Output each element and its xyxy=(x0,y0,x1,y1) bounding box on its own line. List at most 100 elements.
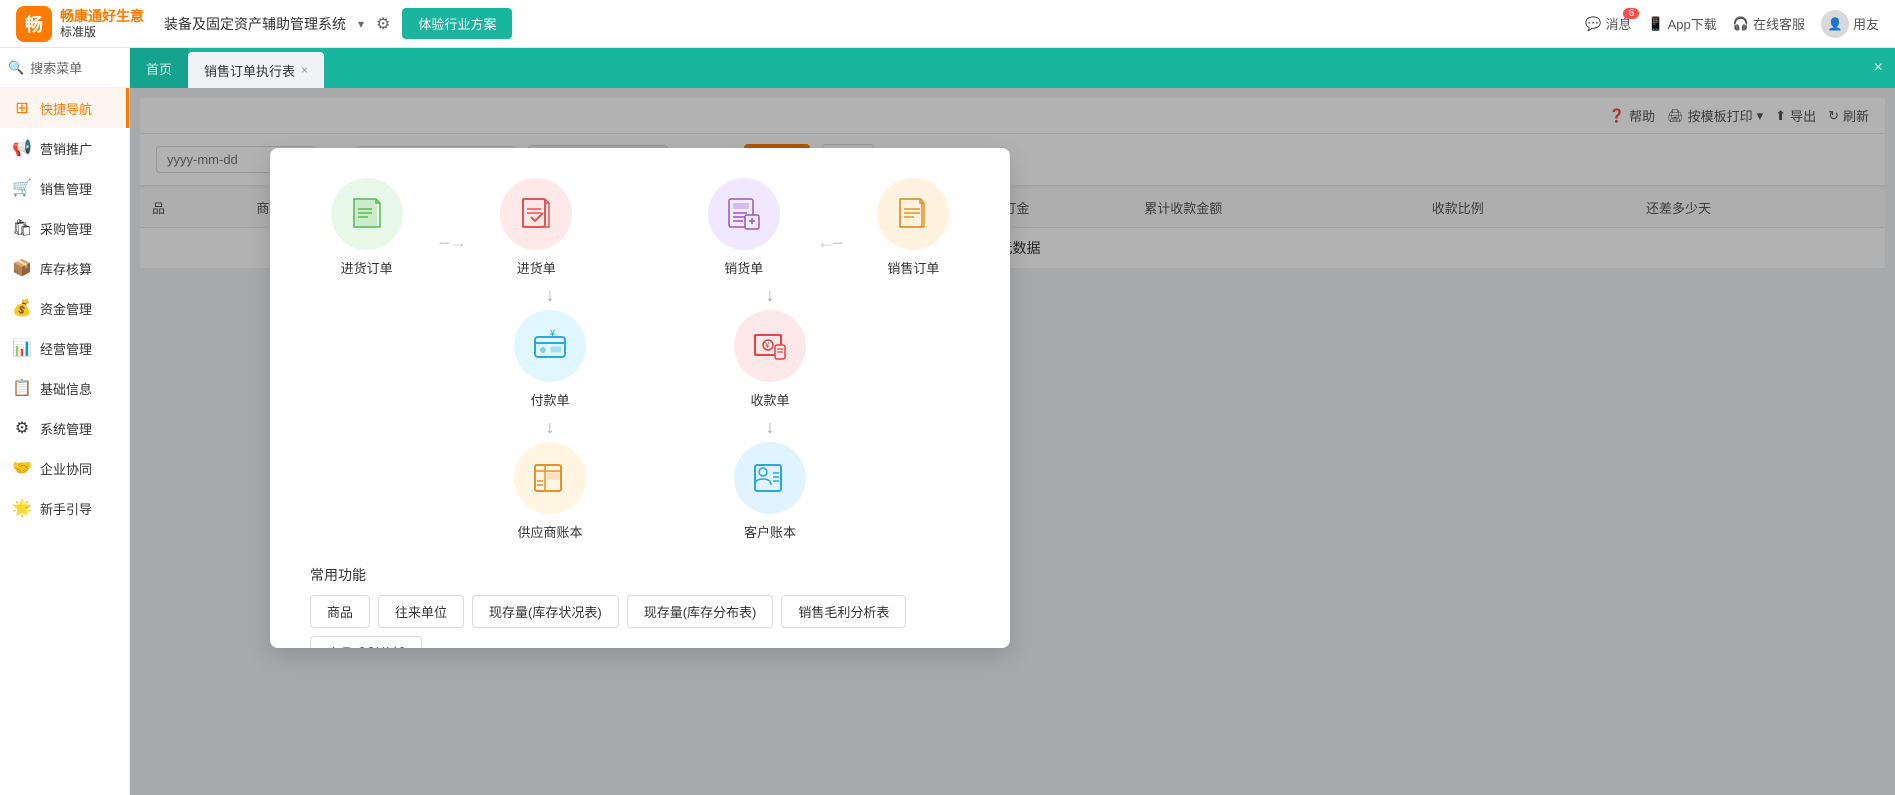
logo-main-text: 畅康通好生意 xyxy=(60,7,144,25)
top-bar-right: 💬 消息 6 📱 App下载 🎧 在线客服 👤 用友 xyxy=(1585,10,1879,38)
customer-account-label: 客户账本 xyxy=(744,522,796,541)
common-functions: 常用功能 商品 往来单位 现存量(库存状况表) 现存量(库存分布表) 销售毛利分… xyxy=(310,565,970,648)
inventory-icon: 📦 xyxy=(12,258,32,278)
close-all-tabs[interactable]: × xyxy=(1874,59,1883,77)
svg-text:¥: ¥ xyxy=(549,328,556,338)
sidebar-item-sales[interactable]: 🛒 销售管理 xyxy=(0,168,129,208)
base-icon: 📋 xyxy=(12,378,32,398)
experience-button[interactable]: 体验行业方案 xyxy=(402,8,512,39)
sidebar-item-quick-nav[interactable]: ⊞ 快捷导航 xyxy=(0,88,129,128)
sales-icon: 🛒 xyxy=(12,178,32,198)
mobile-icon: 📱 xyxy=(1647,16,1663,32)
purchase-order-node[interactable]: 进货订单 xyxy=(310,178,423,277)
receipt-bill-label: 收款单 xyxy=(750,390,789,409)
guide-icon: 🌟 xyxy=(12,498,32,518)
payment-bill-circle: ¥ xyxy=(514,310,586,382)
logo-area: 畅 畅康通好生意 标准版 xyxy=(16,6,144,42)
service-label: 在线客服 xyxy=(1753,14,1805,33)
arrow-po-to-pb: - - → xyxy=(423,232,480,277)
sale-bill-label: 销货单 xyxy=(724,258,763,277)
func-partners[interactable]: 往来单位 xyxy=(378,595,464,628)
sidebar-item-guide[interactable]: 🌟 新手引导 xyxy=(0,488,129,528)
logo-sub-text: 标准版 xyxy=(60,25,144,41)
spacer-da2-3 xyxy=(610,417,710,438)
down-arrow-pb: ↓ xyxy=(490,285,610,306)
spacer-r3-1 xyxy=(310,442,430,541)
func-stock-status[interactable]: 现存量(库存状况表) xyxy=(472,595,619,628)
down-arrow-sb: ↓ xyxy=(710,285,830,306)
operations-icon: 📊 xyxy=(12,338,32,358)
purchase-bill-node[interactable]: 进货单 xyxy=(480,178,593,277)
sidebar-item-base[interactable]: 📋 基础信息 xyxy=(0,368,129,408)
sidebar-item-label: 新手引导 xyxy=(40,499,92,518)
supplier-account-node[interactable]: 供应商账本 xyxy=(490,442,610,541)
search-label: 搜索菜单 xyxy=(30,58,82,77)
sidebar-item-label: 企业协同 xyxy=(40,459,92,478)
sidebar-search[interactable]: 🔍 搜索菜单 xyxy=(0,48,129,88)
payment-bill-node[interactable]: ¥ 付款单 xyxy=(490,310,610,409)
app-root: 畅 畅康通好生意 标准版 装备及固定资产辅助管理系统 ▾ ⚙ 体验行业方案 💬 … xyxy=(0,0,1895,795)
payment-bill-label: 付款单 xyxy=(530,390,569,409)
receipt-bill-node[interactable]: ¥ 收款单 xyxy=(710,310,830,409)
sidebar-item-label: 营销推广 xyxy=(40,139,92,158)
purchase-order-label: 进货订单 xyxy=(341,258,393,277)
common-func-title: 常用功能 xyxy=(310,565,970,585)
sidebar-item-label: 资金管理 xyxy=(40,299,92,318)
search-icon: 🔍 xyxy=(8,60,24,76)
sale-order-icon xyxy=(894,195,932,233)
app-download-label: App下载 xyxy=(1668,14,1717,33)
app-download-action[interactable]: 📱 App下载 xyxy=(1647,14,1716,33)
spacer-r2-2 xyxy=(430,310,490,409)
sale-bill-icon xyxy=(725,195,763,233)
sidebar-item-system[interactable]: ⚙ 系统管理 xyxy=(0,408,129,448)
logo-text: 畅康通好生意 标准版 xyxy=(60,7,144,41)
func-stock-dist[interactable]: 现存量(库存分布表) xyxy=(627,595,774,628)
system-dropdown-btn[interactable]: ▾ xyxy=(358,17,364,31)
message-badge: 6 xyxy=(1623,8,1639,19)
logo-icon: 畅 xyxy=(16,6,52,42)
func-sale-profit[interactable]: 销售毛利分析表 xyxy=(781,595,906,628)
tab-home-label: 首页 xyxy=(146,59,172,78)
marketing-icon: 📢 xyxy=(12,138,32,158)
sidebar-item-finance[interactable]: 💰 资金管理 xyxy=(0,288,129,328)
dashed-arrow-icon: - - → xyxy=(439,232,464,253)
online-service-action[interactable]: 🎧 在线客服 xyxy=(1733,14,1805,33)
sidebar-item-enterprise[interactable]: 🤝 企业协同 xyxy=(0,448,129,488)
sale-bill-node[interactable]: 销货单 xyxy=(687,178,800,277)
sidebar: 🔍 搜索菜单 ⊞ 快捷导航 📢 营销推广 🛒 销售管理 🛍 采购管理 📦 xyxy=(0,48,130,795)
tab-home[interactable]: 首页 xyxy=(130,48,188,88)
purchase-icon: 🛍 xyxy=(12,218,32,238)
customer-account-circle xyxy=(734,442,806,514)
supplier-account-label: 供应商账本 xyxy=(517,522,582,541)
message-action[interactable]: 💬 消息 6 xyxy=(1585,14,1631,33)
user-name: 用友 xyxy=(1853,14,1879,33)
spacer-r3-2 xyxy=(430,442,490,541)
spacer-da2-2 xyxy=(430,417,490,438)
sidebar-item-label: 销售管理 xyxy=(40,179,92,198)
flow-row-1: 进货订单 - - → xyxy=(310,178,970,277)
spacer-r2-3 xyxy=(610,310,710,409)
supplier-account-icon xyxy=(531,459,569,497)
avatar: 👤 xyxy=(1821,10,1849,38)
func-goods[interactable]: 商品 xyxy=(310,595,370,628)
flow-row-2: ¥ 付款单 xyxy=(310,310,970,409)
user-action[interactable]: 👤 用友 xyxy=(1821,10,1879,38)
tab-close-icon[interactable]: × xyxy=(301,63,308,77)
arrow-so-to-sb: ←- - xyxy=(800,232,857,277)
sidebar-item-label: 经营管理 xyxy=(40,339,92,358)
sidebar-item-marketing[interactable]: 📢 营销推广 xyxy=(0,128,129,168)
func-goods-profit[interactable]: 商品毛利分析 xyxy=(310,636,422,648)
sidebar-item-purchase[interactable]: 🛍 采购管理 xyxy=(0,208,129,248)
sale-order-node[interactable]: 销售订单 xyxy=(857,178,970,277)
spacer-left xyxy=(310,285,430,306)
down-arrow-rec: ↓ xyxy=(710,417,830,438)
gear-button[interactable]: ⚙ xyxy=(376,14,390,34)
customer-account-node[interactable]: 客户账本 xyxy=(710,442,830,541)
receipt-bill-circle: ¥ xyxy=(734,310,806,382)
sidebar-item-inventory[interactable]: 📦 库存核算 xyxy=(0,248,129,288)
sidebar-item-operations[interactable]: 📊 经营管理 xyxy=(0,328,129,368)
sidebar-item-label: 基础信息 xyxy=(40,379,92,398)
tab-sale-execution[interactable]: 销售订单执行表 × xyxy=(188,52,324,88)
flow-diagram: 进货订单 - - → xyxy=(310,178,970,549)
spacer-2 xyxy=(610,285,710,306)
